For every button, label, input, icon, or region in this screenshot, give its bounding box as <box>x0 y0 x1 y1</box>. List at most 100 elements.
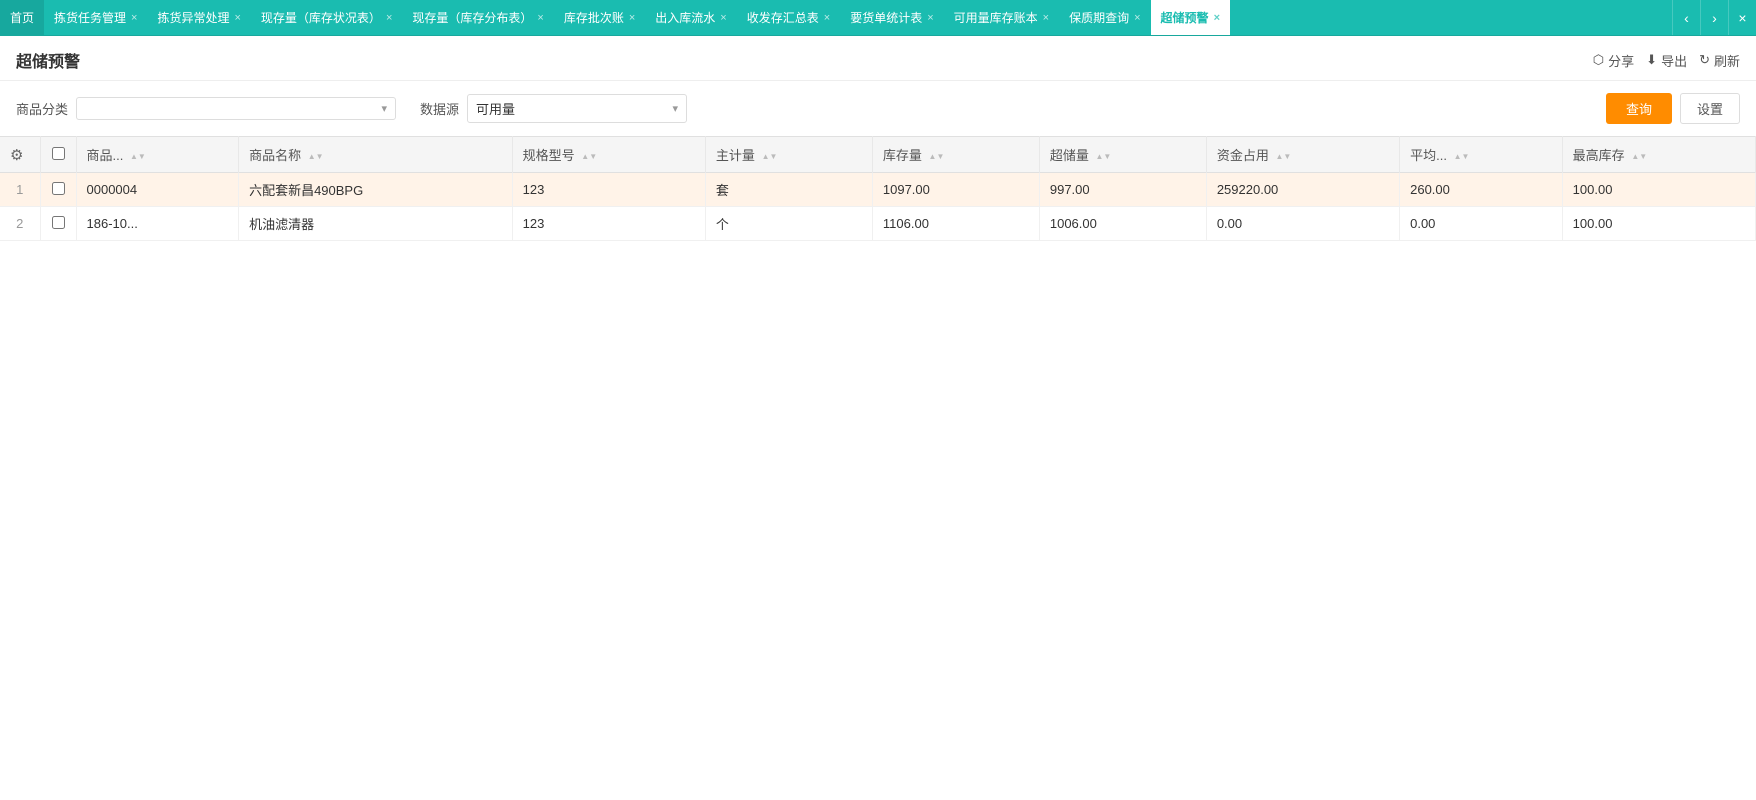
row-checkbox-cell <box>40 173 76 207</box>
nav-item-available[interactable]: 可用量库存账本 × <box>944 0 1059 35</box>
th-overstock[interactable]: 超储量 ▲▼ <box>1039 137 1206 173</box>
nav-arrow-left[interactable]: ‹ <box>1672 0 1700 35</box>
th-product-code[interactable]: 商品... ▲▼ <box>76 137 239 173</box>
page-title: 超储预警 <box>16 48 80 72</box>
sort-icon-avg: ▲▼ <box>1454 153 1470 161</box>
refresh-icon: ↻ <box>1699 52 1710 68</box>
nav-item-task-mgmt[interactable]: 拣货任务管理 × <box>44 0 147 35</box>
close-icon-exception[interactable]: × <box>234 12 240 24</box>
category-label: 商品分类 <box>16 99 68 118</box>
nav-arrows-container: ‹ › × <box>1672 0 1756 35</box>
row-unit: 个 <box>705 207 872 241</box>
share-label: 分享 <box>1608 51 1634 70</box>
nav-item-expiry[interactable]: 保质期查询 × <box>1059 0 1150 35</box>
nav-label-exception: 拣货异常处理 <box>157 9 229 26</box>
close-icon-overstock[interactable]: × <box>1214 12 1220 24</box>
th-stock-label: 库存量 <box>883 148 922 163</box>
th-stock[interactable]: 库存量 ▲▼ <box>872 137 1039 173</box>
th-capital[interactable]: 资金占用 ▲▼ <box>1206 137 1399 173</box>
category-filter-group: 商品分类 ▾ <box>16 97 396 120</box>
nav-item-home[interactable]: 首页 <box>0 0 44 35</box>
datasource-select[interactable]: 可用量 ▾ <box>467 94 687 123</box>
close-icon-stock-status[interactable]: × <box>386 12 392 24</box>
table-row: 2 186-10... 机油滤清器 123 个 1106.00 1006.00 … <box>0 207 1756 241</box>
close-icon-task-mgmt[interactable]: × <box>131 12 137 24</box>
close-icon-expiry[interactable]: × <box>1134 12 1140 24</box>
sort-icon-product-name: ▲▼ <box>308 153 324 161</box>
nav-item-stock-dist[interactable]: 现存量（库存分布表） × <box>402 0 553 35</box>
close-icon-available[interactable]: × <box>1043 12 1049 24</box>
th-unit[interactable]: 主计量 ▲▼ <box>705 137 872 173</box>
row-spec: 123 <box>512 173 705 207</box>
row-checkbox-cell <box>40 207 76 241</box>
nav-label-stock-status: 现存量（库存状况表） <box>261 9 381 26</box>
nav-item-stock-status[interactable]: 现存量（库存状况表） × <box>251 0 402 35</box>
row-avg: 0.00 <box>1400 207 1563 241</box>
gear-settings-icon[interactable]: ⚙ <box>10 147 23 164</box>
nav-item-summary[interactable]: 收发存汇总表 × <box>737 0 840 35</box>
sort-icon-product-code: ▲▼ <box>130 153 146 161</box>
close-icon-stock-dist[interactable]: × <box>537 12 543 24</box>
overstock-table: ⚙ 商品... ▲▼ 商品名称 ▲▼ 规格型号 ▲▼ <box>0 136 1756 241</box>
row-stock: 1106.00 <box>872 207 1039 241</box>
filter-action-group: 查询 设置 <box>1606 93 1740 124</box>
refresh-button[interactable]: ↻ 刷新 <box>1699 51 1740 70</box>
export-icon: ⬇ <box>1646 52 1657 68</box>
row-spec: 123 <box>512 207 705 241</box>
share-button[interactable]: ⬡ 分享 <box>1593 51 1634 70</box>
main-content: 超储预警 ⬡ 分享 ⬇ 导出 ↻ 刷新 商品分类 ▾ 数据源 <box>0 36 1756 800</box>
datasource-select-value: 可用量 <box>476 99 515 118</box>
page-header: 超储预警 ⬡ 分享 ⬇ 导出 ↻ 刷新 <box>0 36 1756 81</box>
row-overstock: 1006.00 <box>1039 207 1206 241</box>
row-product-name: 机油滤清器 <box>239 207 513 241</box>
table-row: 1 0000004 六配套新昌490BPG 123 套 1097.00 997.… <box>0 173 1756 207</box>
nav-item-inout-flow[interactable]: 出入库流水 × <box>645 0 736 35</box>
sort-icon-unit: ▲▼ <box>762 153 778 161</box>
share-icon: ⬡ <box>1593 52 1604 68</box>
close-icon-inout-flow[interactable]: × <box>720 12 726 24</box>
nav-label-expiry: 保质期查询 <box>1069 9 1129 26</box>
row-product-code: 0000004 <box>76 173 239 207</box>
th-overstock-label: 超储量 <box>1050 148 1089 163</box>
th-max-stock[interactable]: 最高库存 ▲▼ <box>1562 137 1755 173</box>
th-spec[interactable]: 规格型号 ▲▼ <box>512 137 705 173</box>
nav-label-inout-flow: 出入库流水 <box>655 9 715 26</box>
close-icon-batch[interactable]: × <box>629 12 635 24</box>
nav-item-batch[interactable]: 库存批次账 × <box>554 0 645 35</box>
category-select[interactable]: ▾ <box>76 97 396 120</box>
datasource-filter-group: 数据源 可用量 ▾ <box>420 94 687 123</box>
th-settings: ⚙ <box>0 137 40 173</box>
nav-item-demand[interactable]: 要货单统计表 × <box>840 0 943 35</box>
th-avg-label: 平均... <box>1410 148 1447 163</box>
row-stock: 1097.00 <box>872 173 1039 207</box>
nav-arrow-close[interactable]: × <box>1728 0 1756 35</box>
nav-label-overstock: 超储预警 <box>1161 9 1209 26</box>
sort-icon-stock: ▲▼ <box>929 153 945 161</box>
export-label: 导出 <box>1661 51 1687 70</box>
close-icon-demand[interactable]: × <box>927 12 933 24</box>
nav-label-demand: 要货单统计表 <box>850 9 922 26</box>
sort-icon-spec: ▲▼ <box>581 153 597 161</box>
settings-button[interactable]: 设置 <box>1680 93 1740 124</box>
nav-item-overstock[interactable]: 超储预警 × <box>1151 0 1230 35</box>
row-capital: 0.00 <box>1206 207 1399 241</box>
th-product-name[interactable]: 商品名称 ▲▼ <box>239 137 513 173</box>
nav-label-home: 首页 <box>10 9 34 26</box>
table-body: 1 0000004 六配套新昌490BPG 123 套 1097.00 997.… <box>0 173 1756 241</box>
th-unit-label: 主计量 <box>716 148 755 163</box>
datasource-chevron-icon: ▾ <box>673 102 679 115</box>
th-product-code-label: 商品... <box>87 148 124 163</box>
select-all-checkbox[interactable] <box>52 147 65 160</box>
export-button[interactable]: ⬇ 导出 <box>1646 51 1687 70</box>
refresh-label: 刷新 <box>1714 51 1740 70</box>
th-checkbox <box>40 137 76 173</box>
close-icon-summary[interactable]: × <box>824 12 830 24</box>
row-checkbox[interactable] <box>52 216 65 229</box>
table-container: ⚙ 商品... ▲▼ 商品名称 ▲▼ 规格型号 ▲▼ <box>0 136 1756 241</box>
nav-item-exception[interactable]: 拣货异常处理 × <box>147 0 250 35</box>
sort-icon-max-stock: ▲▼ <box>1631 153 1647 161</box>
nav-arrow-right[interactable]: › <box>1700 0 1728 35</box>
row-checkbox[interactable] <box>52 182 65 195</box>
th-avg[interactable]: 平均... ▲▼ <box>1400 137 1563 173</box>
query-button[interactable]: 查询 <box>1606 93 1672 124</box>
